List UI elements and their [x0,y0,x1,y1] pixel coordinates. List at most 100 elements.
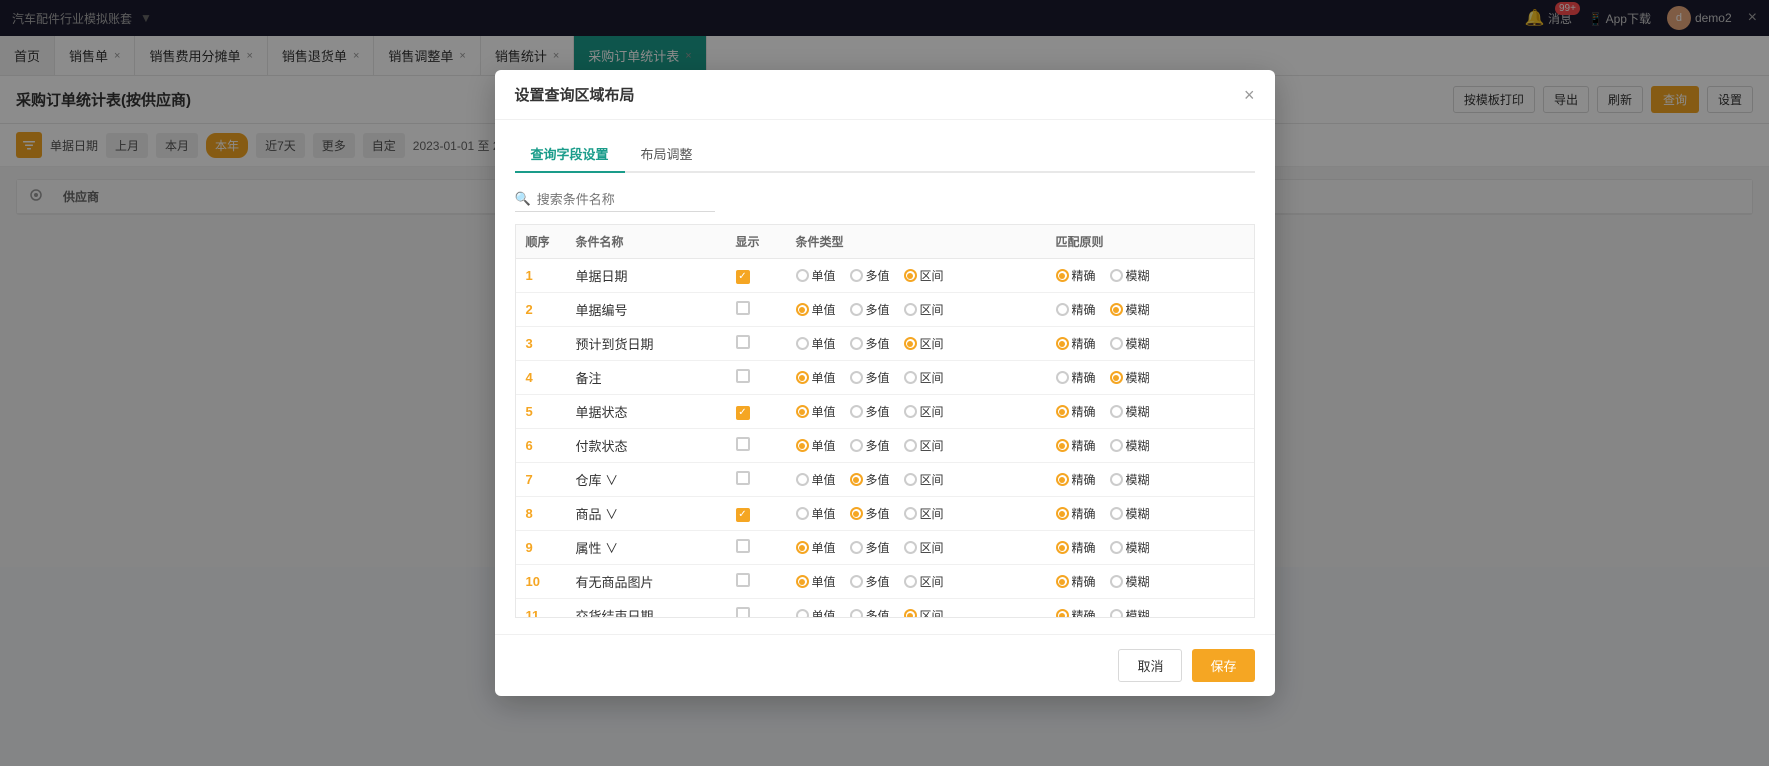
checkbox-9[interactable] [736,573,750,587]
radio-单值[interactable]: 单值 [796,471,836,488]
radio-单值[interactable]: 单值 [796,573,836,590]
radio-单值[interactable]: 单值 [796,267,836,284]
radio-区间[interactable]: 区间 [904,403,944,420]
radio-精确[interactable]: 精确 [1056,437,1096,454]
radio-模糊[interactable]: 模糊 [1110,437,1150,454]
checkbox-6[interactable] [736,471,750,485]
checkbox-3[interactable] [736,369,750,383]
row-type-0[interactable]: 单值多值区间 [786,267,1046,284]
row-match-8[interactable]: 精确模糊 [1046,539,1246,556]
radio-单值[interactable]: 单值 [796,607,836,618]
radio-多值[interactable]: 多值 [850,301,890,318]
modal-tab-layout[interactable]: 布局调整 [625,136,709,173]
row-match-5[interactable]: 精确模糊 [1046,437,1246,454]
row-check-2[interactable] [726,335,786,352]
row-match-6[interactable]: 精确模糊 [1046,471,1246,488]
radio-多值[interactable]: 多值 [850,403,890,420]
radio-单值[interactable]: 单值 [796,335,836,352]
radio-多值[interactable]: 多值 [850,369,890,386]
radio-模糊[interactable]: 模糊 [1110,539,1150,556]
radio-模糊[interactable]: 模糊 [1110,403,1150,420]
radio-精确[interactable]: 精确 [1056,403,1096,420]
row-check-4[interactable] [726,403,786,420]
radio-区间[interactable]: 区间 [904,573,944,590]
radio-区间[interactable]: 区间 [904,267,944,284]
radio-多值[interactable]: 多值 [850,505,890,522]
radio-精确[interactable]: 精确 [1056,267,1096,284]
row-match-10[interactable]: 精确 模糊 [1046,607,1246,618]
radio-多值[interactable]: 多值 [850,267,890,284]
radio-多值[interactable]: 多值 [850,335,890,352]
radio-区间[interactable]: 区间 [904,539,944,556]
radio-区间[interactable]: 区间 [904,301,944,318]
row-type-8[interactable]: 单值多值区间 [786,539,1046,556]
checkbox-0[interactable] [736,270,750,284]
radio-模糊[interactable]: 模糊 [1110,505,1150,522]
radio-多值[interactable]: 多值 [850,573,890,590]
row-match-7[interactable]: 精确模糊 [1046,505,1246,522]
save-button[interactable]: 保存 [1192,649,1254,682]
row-check-0[interactable] [726,267,786,284]
radio-区间[interactable]: 区间 [904,505,944,522]
checkbox-1[interactable] [736,301,750,315]
checkbox-5[interactable] [736,437,750,451]
radio-单值[interactable]: 单值 [796,369,836,386]
radio-区间[interactable]: 区间 [904,471,944,488]
row-match-9[interactable]: 精确模糊 [1046,573,1246,590]
radio-多值[interactable]: 多值 [850,539,890,556]
radio-单值[interactable]: 单值 [796,505,836,522]
row-type-3[interactable]: 单值多值区间 [786,369,1046,386]
radio-区间[interactable]: 区间 [904,437,944,454]
row-match-0[interactable]: 精确模糊 [1046,267,1246,284]
row-check-1[interactable] [726,301,786,318]
row-type-1[interactable]: 单值多值区间 [786,301,1046,318]
row-check-6[interactable] [726,471,786,488]
row-check-8[interactable] [726,539,786,556]
radio-精确[interactable]: 精确 [1056,573,1096,590]
row-check-5[interactable] [726,437,786,454]
modal-search-box[interactable]: 🔍 [515,187,715,212]
row-match-2[interactable]: 精确模糊 [1046,335,1246,352]
radio-模糊[interactable]: 模糊 [1110,335,1150,352]
radio-模糊[interactable]: 模糊 [1110,369,1150,386]
radio-模糊[interactable]: 模糊 [1110,301,1150,318]
row-type-5[interactable]: 单值多值区间 [786,437,1046,454]
row-match-1[interactable]: 精确模糊 [1046,301,1246,318]
radio-精确[interactable]: 精确 [1056,369,1096,386]
checkbox-10[interactable] [736,607,750,618]
checkbox-4[interactable] [736,406,750,420]
row-check-10[interactable] [726,607,786,618]
row-type-4[interactable]: 单值多值区间 [786,403,1046,420]
radio-模糊[interactable]: 模糊 [1110,267,1150,284]
row-check-3[interactable] [726,369,786,386]
radio-多值[interactable]: 多值 [850,437,890,454]
radio-区间[interactable]: 区间 [904,335,944,352]
radio-精确[interactable]: 精确 [1056,539,1096,556]
radio-精确[interactable]: 精确 [1056,301,1096,318]
radio-区间[interactable]: 区间 [904,607,944,618]
row-type-7[interactable]: 单值多值区间 [786,505,1046,522]
checkbox-8[interactable] [736,539,750,553]
radio-单值[interactable]: 单值 [796,539,836,556]
checkbox-7[interactable] [736,508,750,522]
row-check-9[interactable] [726,573,786,590]
modal-tab-query-fields[interactable]: 查询字段设置 [515,136,625,173]
row-type-6[interactable]: 单值多值区间 [786,471,1046,488]
radio-单值[interactable]: 单值 [796,437,836,454]
row-match-4[interactable]: 精确模糊 [1046,403,1246,420]
row-type-10[interactable]: 单值多值区间 [786,607,1046,618]
row-type-2[interactable]: 单值多值区间 [786,335,1046,352]
radio-模糊[interactable]: 模糊 [1110,607,1150,618]
radio-精确[interactable]: 精确 [1056,505,1096,522]
radio-精确[interactable]: 精确 [1056,607,1096,618]
radio-精确[interactable]: 精确 [1056,471,1096,488]
radio-多值[interactable]: 多值 [850,471,890,488]
radio-单值[interactable]: 单值 [796,403,836,420]
radio-精确[interactable]: 精确 [1056,335,1096,352]
row-type-9[interactable]: 单值多值区间 [786,573,1046,590]
radio-区间[interactable]: 区间 [904,369,944,386]
modal-close-btn[interactable]: × [1244,86,1255,104]
radio-单值[interactable]: 单值 [796,301,836,318]
row-match-3[interactable]: 精确模糊 [1046,369,1246,386]
radio-模糊[interactable]: 模糊 [1110,471,1150,488]
